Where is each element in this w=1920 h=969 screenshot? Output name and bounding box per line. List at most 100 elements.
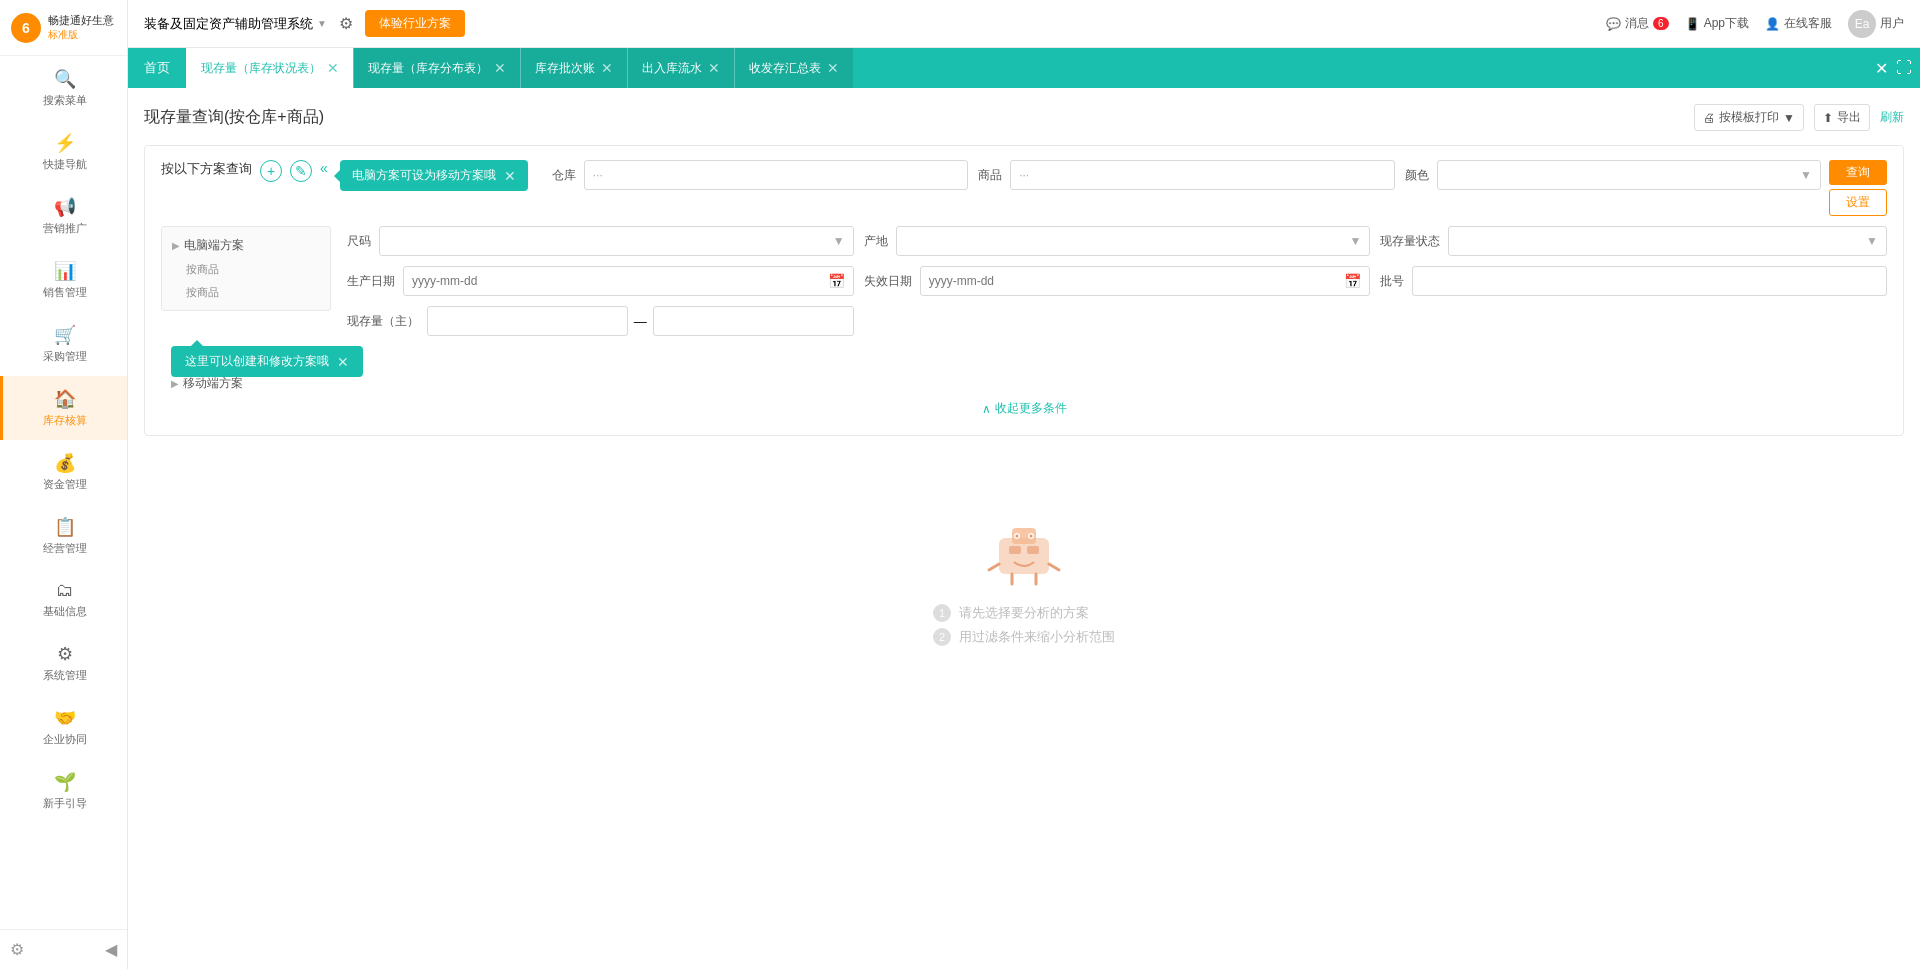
stock-status-select[interactable]: ▼	[1448, 226, 1887, 256]
scheme-tooltip: 电脑方案可设为移动方案哦 ✕	[340, 160, 528, 191]
tab-close-summary[interactable]: ✕	[827, 60, 839, 76]
sidebar-item-sales[interactable]: 📊 销售管理	[0, 248, 127, 312]
message-btn[interactable]: 💬 消息 6	[1606, 15, 1669, 32]
sidebar-item-guide-label: 新手引导	[43, 796, 87, 811]
sidebar-item-purchase[interactable]: 🛒 采购管理	[0, 312, 127, 376]
tab-close-flow[interactable]: ✕	[708, 60, 720, 76]
settings-footer-btn[interactable]: ⚙	[10, 940, 24, 959]
sidebar-item-finance[interactable]: 💰 资金管理	[0, 440, 127, 504]
color-dropdown-icon: ▼	[1800, 168, 1812, 182]
stock-main-min[interactable]	[427, 306, 628, 336]
settings-btn[interactable]: ⚙	[339, 14, 353, 33]
origin-dropdown-icon: ▼	[1349, 234, 1361, 248]
message-icon: 💬	[1606, 17, 1621, 31]
page-title-bar: 现存量查询(按仓库+商品) 🖨 按模板打印 ▼ ⬆ 导出 刷新	[144, 104, 1904, 131]
stock-main-max[interactable]	[653, 306, 854, 336]
logo-area: 6 畅捷通好生意 标准版	[0, 0, 127, 56]
phone-icon: 📱	[1685, 17, 1700, 31]
scheme-right: 尺码 ▼ 产地 ▼	[347, 226, 1887, 396]
tab-fullscreen-btn[interactable]: ⛶	[1896, 59, 1912, 77]
message-badge: 6	[1653, 17, 1669, 30]
sidebar-item-search-label: 搜索菜单	[43, 93, 87, 108]
export-btn[interactable]: ⬆ 导出	[1814, 104, 1870, 131]
produce-date-input[interactable]: 📅	[403, 266, 854, 296]
export-icon: ⬆	[1823, 111, 1833, 125]
print-btn[interactable]: 🖨 按模板打印 ▼	[1694, 104, 1804, 131]
scheme-add-btn[interactable]: +	[260, 160, 282, 182]
step2-text: 用过滤条件来缩小分析范围	[959, 628, 1115, 646]
tab-close-batch-account[interactable]: ✕	[601, 60, 613, 76]
query-btn[interactable]: 查询	[1829, 160, 1887, 185]
tab-close-inventory-status[interactable]: ✕	[327, 60, 339, 76]
expire-date-input[interactable]: 📅	[920, 266, 1371, 296]
tree-item-pc[interactable]: ▶ 电脑端方案	[162, 233, 330, 258]
mobile-desc2: 按商品	[186, 285, 219, 300]
experience-btn[interactable]: 体验行业方案	[365, 10, 465, 37]
top-header: 装备及固定资产辅助管理系统 ▼ ⚙ 体验行业方案 💬 消息 6 📱 App下载 …	[128, 0, 1920, 48]
refresh-btn[interactable]: 刷新	[1880, 109, 1904, 126]
sidebar-footer: ⚙ ◀	[0, 929, 127, 969]
mobile-scheme-label: 移动端方案	[183, 375, 243, 392]
tab-close-inventory-dist[interactable]: ✕	[494, 60, 506, 76]
sidebar-item-cooperation[interactable]: 🤝 企业协同	[0, 695, 127, 759]
tab-close-all-btn[interactable]: ✕	[1875, 59, 1888, 78]
search-label: 按以下方案查询	[161, 160, 252, 178]
produce-date-cal-icon[interactable]: 📅	[828, 273, 845, 289]
print-icon: 🖨	[1703, 111, 1715, 125]
expire-date-cal-icon[interactable]: 📅	[1344, 273, 1361, 289]
collapse-row[interactable]: ∧ 收起更多条件	[161, 396, 1887, 421]
scheme-edit-btn[interactable]: ✎	[290, 160, 312, 182]
tab-batch-account[interactable]: 库存批次账 ✕	[520, 48, 627, 88]
batch-no-label: 批号	[1380, 273, 1404, 290]
tab-inventory-status[interactable]: 现存量（库存状况表） ✕	[186, 48, 353, 88]
batch-no-input[interactable]	[1412, 266, 1887, 296]
filter-color: 颜色 ▼	[1405, 160, 1821, 190]
scheme-tooltip-close[interactable]: ✕	[504, 168, 516, 184]
sidebar-item-guide[interactable]: 🌱 新手引导	[0, 759, 127, 823]
tab-controls: ✕ ⛶	[1867, 59, 1920, 78]
sidebar-item-basic[interactable]: 🗂 基础信息	[0, 568, 127, 631]
warehouse-select[interactable]: ···	[584, 160, 968, 190]
logo-name: 畅捷通好生意	[48, 13, 114, 28]
sidebar-item-search[interactable]: 🔍 搜索菜单	[0, 56, 127, 120]
scheme-tooltip-text: 电脑方案可设为移动方案哦	[352, 167, 496, 184]
size-select[interactable]: ▼	[379, 226, 854, 256]
sales-icon: 📊	[54, 260, 76, 282]
tree-item-mobile2[interactable]: 按商品	[162, 281, 330, 304]
system-selector-arrow: ▼	[317, 18, 327, 29]
tab-inventory-dist[interactable]: 现存量（库存分布表） ✕	[353, 48, 520, 88]
filter-stock-main: 现存量（主） —	[347, 306, 854, 336]
online-service-btn[interactable]: 👤 在线客服	[1765, 15, 1832, 32]
goods-label: 商品	[978, 167, 1002, 184]
collapse-label: 收起更多条件	[995, 400, 1067, 417]
scheme-left: ▶ 电脑端方案 按商品 按商品	[161, 226, 331, 396]
origin-select[interactable]: ▼	[896, 226, 1371, 256]
system-selector[interactable]: 装备及固定资产辅助管理系统 ▼	[144, 15, 327, 33]
sidebar-item-marketing[interactable]: 📢 营销推广	[0, 184, 127, 248]
color-select[interactable]: ▼	[1437, 160, 1821, 190]
tab-bar: 首页 现存量（库存状况表） ✕ 现存量（库存分布表） ✕ 库存批次账 ✕ 出入库…	[128, 48, 1920, 88]
system-icon: ⚙	[57, 643, 73, 665]
tab-batch-account-label: 库存批次账	[535, 60, 595, 77]
empty-state: 1 请先选择要分析的方案 2 用过滤条件来缩小分析范围	[144, 448, 1904, 712]
create-tooltip-close[interactable]: ✕	[337, 354, 349, 370]
tab-home[interactable]: 首页	[128, 48, 186, 88]
scheme-back-btn[interactable]: «	[320, 160, 328, 176]
sidebar-item-inventory[interactable]: 🏠 库存核算	[0, 376, 127, 440]
tab-flow[interactable]: 出入库流水 ✕	[627, 48, 734, 88]
scheme-tree: ▶ 电脑端方案 按商品 按商品	[161, 226, 331, 311]
sidebar-item-system[interactable]: ⚙ 系统管理	[0, 631, 127, 695]
app-download-btn[interactable]: 📱 App下载	[1685, 15, 1749, 32]
tab-summary[interactable]: 收发存汇总表 ✕	[734, 48, 853, 88]
goods-select[interactable]: ···	[1010, 160, 1394, 190]
tree-item-mobile[interactable]: 按商品	[162, 258, 330, 281]
svg-line-10	[989, 564, 999, 570]
main-area: 装备及固定资产辅助管理系统 ▼ ⚙ 体验行业方案 💬 消息 6 📱 App下载 …	[128, 0, 1920, 969]
user-area[interactable]: Ea 用户	[1848, 10, 1904, 38]
sidebar-item-operation[interactable]: 📋 经营管理	[0, 504, 127, 568]
produce-date-field[interactable]	[412, 274, 824, 288]
collapse-sidebar-btn[interactable]: ◀	[105, 940, 117, 959]
settings-btn-form[interactable]: 设置	[1829, 189, 1887, 216]
sidebar-item-quicknav[interactable]: ⚡ 快捷导航	[0, 120, 127, 184]
expire-date-field[interactable]	[929, 274, 1341, 288]
